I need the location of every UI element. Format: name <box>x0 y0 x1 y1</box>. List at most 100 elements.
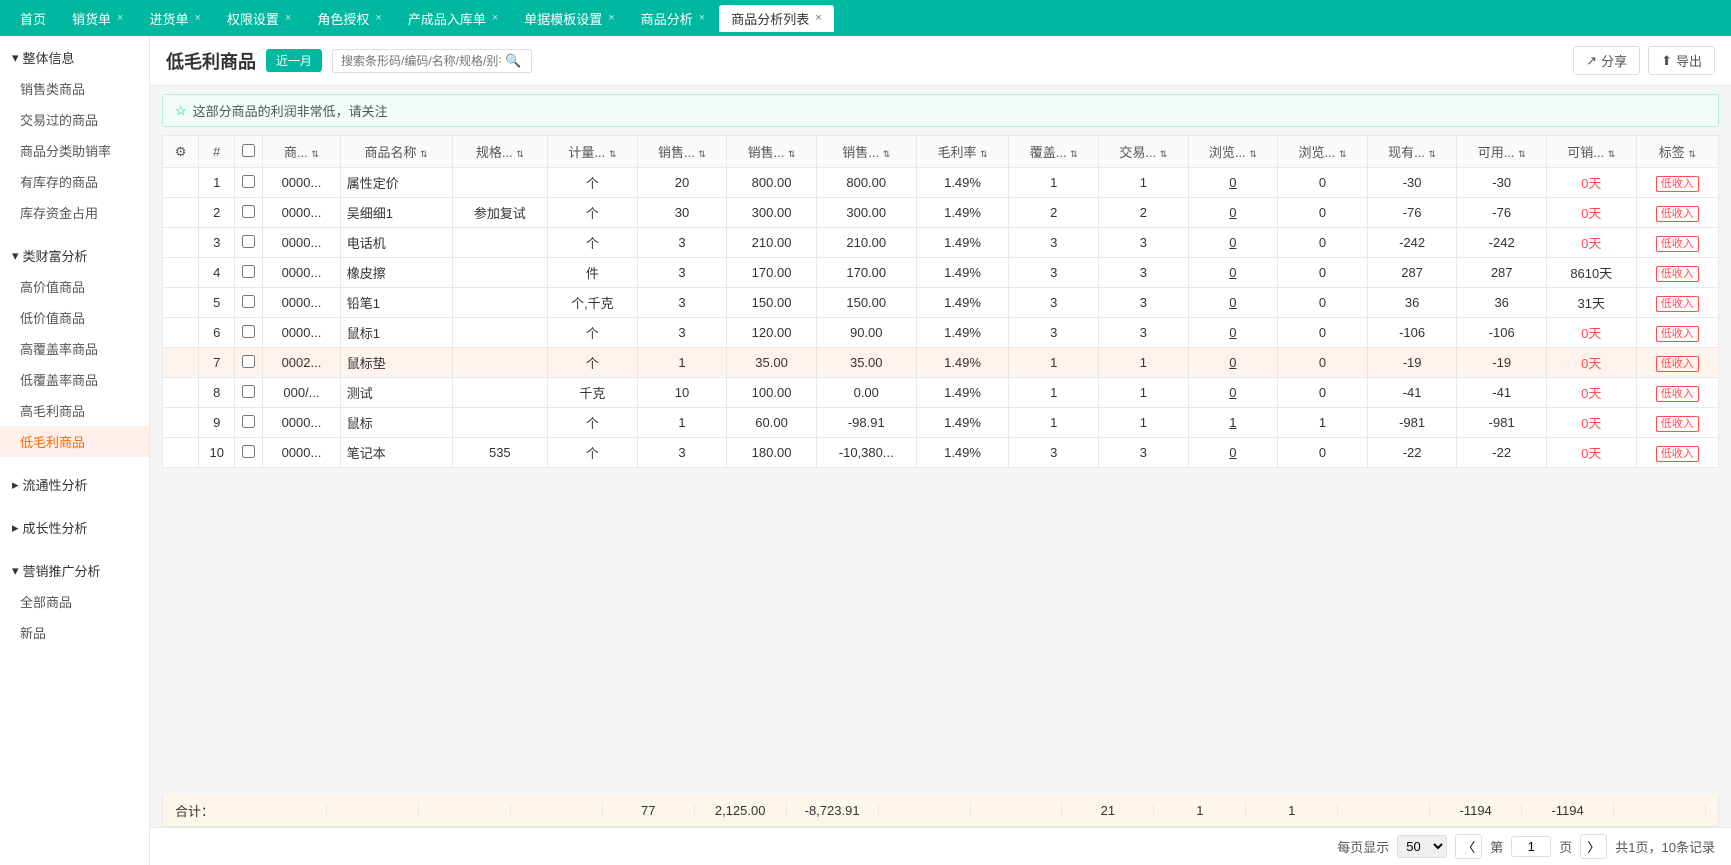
prev-page-btn[interactable]: 〈 <box>1455 834 1482 859</box>
sidebar-item-high-value[interactable]: 高价值商品 <box>0 271 149 302</box>
nav-close-template[interactable]: × <box>608 12 614 24</box>
nav-item-product[interactable]: 产成品入库单 × <box>396 5 510 32</box>
row-browse1[interactable]: 0 <box>1188 438 1278 468</box>
col-gross[interactable]: 毛利率 ⇅ <box>916 136 1009 168</box>
row-browse1[interactable]: 0 <box>1188 288 1278 318</box>
row-name[interactable]: 鼠标1 <box>340 318 452 348</box>
col-price[interactable]: 销售... ⇅ <box>727 136 817 168</box>
row-checkbox[interactable] <box>235 228 263 258</box>
row-browse1[interactable]: 0 <box>1188 348 1278 378</box>
sidebar-item-high-coverage[interactable]: 高覆盖率商品 <box>0 333 149 364</box>
search-input[interactable] <box>341 54 501 68</box>
row-checkbox[interactable] <box>235 288 263 318</box>
period-button[interactable]: 近一月 <box>266 49 322 72</box>
export-button[interactable]: ⬆ 导出 <box>1648 46 1715 75</box>
row-amount: 210.00 <box>816 228 916 258</box>
nav-close-permission[interactable]: × <box>285 12 291 24</box>
nav-close-analysis[interactable]: × <box>699 12 705 24</box>
col-name[interactable]: 商品名称 ⇅ <box>340 136 452 168</box>
nav-item-sales[interactable]: 销货单 × <box>60 5 135 32</box>
nav-item-template[interactable]: 单据模板设置 × <box>512 5 626 32</box>
row-browse1[interactable]: 0 <box>1188 198 1278 228</box>
row-checkbox[interactable] <box>235 378 263 408</box>
col-qty[interactable]: 销售... ⇅ <box>637 136 727 168</box>
nav-close-role[interactable]: × <box>375 12 381 24</box>
page-number-input[interactable] <box>1511 836 1551 857</box>
col-coverage[interactable]: 覆盖... ⇅ <box>1009 136 1099 168</box>
sidebar-item-low-profit[interactable]: 低毛利商品 <box>0 426 149 457</box>
row-checkbox[interactable] <box>235 258 263 288</box>
search-box: 🔍 <box>332 49 532 73</box>
footer-browse: 1 <box>1246 803 1338 818</box>
col-settings[interactable]: ⚙ <box>163 136 199 168</box>
row-browse1[interactable]: 0 <box>1188 168 1278 198</box>
nav-close-sales[interactable]: × <box>117 12 123 24</box>
sidebar-item-sales-goods[interactable]: 销售类商品 <box>0 73 149 104</box>
col-amount[interactable]: 销售... ⇅ <box>816 136 916 168</box>
row-name[interactable]: 鼠标 <box>340 408 452 438</box>
sidebar-item-stock-capital[interactable]: 库存资金占用 <box>0 197 149 228</box>
sidebar-item-traded-goods[interactable]: 交易过的商品 <box>0 104 149 135</box>
row-checkbox[interactable] <box>235 348 263 378</box>
sidebar-group-wealth[interactable]: ▾ 类财富分析 <box>0 240 149 271</box>
sidebar-item-low-coverage[interactable]: 低覆盖率商品 <box>0 364 149 395</box>
col-spec[interactable]: 规格... ⇅ <box>452 136 548 168</box>
sidebar-item-new-goods[interactable]: 新品 <box>0 617 149 648</box>
row-name[interactable]: 属性定价 <box>340 168 452 198</box>
row-name[interactable]: 鼠标垫 <box>340 348 452 378</box>
row-checkbox[interactable] <box>235 408 263 438</box>
next-page-btn[interactable]: 〉 <box>1580 834 1607 859</box>
nav-item-analysis[interactable]: 商品分析 × <box>629 5 717 32</box>
nav-close-analysis-list[interactable]: × <box>815 12 821 24</box>
sidebar-item-low-value[interactable]: 低价值商品 <box>0 302 149 333</box>
row-browse1[interactable]: 0 <box>1188 318 1278 348</box>
nav-item-analysis-list[interactable]: 商品分析列表 × <box>719 5 833 32</box>
share-button[interactable]: ↗ 分享 <box>1573 46 1640 75</box>
col-days[interactable]: 可销... ⇅ <box>1546 136 1636 168</box>
col-trade[interactable]: 交易... ⇅ <box>1099 136 1189 168</box>
row-coverage: 1 <box>1009 168 1099 198</box>
nav-item-home[interactable]: 首页 <box>8 5 58 32</box>
row-name[interactable]: 笔记本 <box>340 438 452 468</box>
nav-item-role[interactable]: 角色授权 × <box>305 5 393 32</box>
row-name[interactable]: 吴细细1 <box>340 198 452 228</box>
col-tag[interactable]: 标签 ⇅ <box>1636 136 1718 168</box>
row-name[interactable]: 电话机 <box>340 228 452 258</box>
sidebar-item-stock-goods[interactable]: 有库存的商品 <box>0 166 149 197</box>
row-amount: 300.00 <box>816 198 916 228</box>
col-browse1[interactable]: 浏览... ⇅ <box>1188 136 1278 168</box>
nav-close-purchase[interactable]: × <box>194 12 200 24</box>
sidebar-item-category-rate[interactable]: 商品分类助销率 <box>0 135 149 166</box>
row-browse1[interactable]: 1 <box>1188 408 1278 438</box>
sidebar-item-all-goods[interactable]: 全部商品 <box>0 586 149 617</box>
row-trade: 3 <box>1099 318 1189 348</box>
nav-close-product[interactable]: × <box>492 12 498 24</box>
col-code[interactable]: 商... ⇅ <box>263 136 341 168</box>
row-checkbox[interactable] <box>235 168 263 198</box>
row-name[interactable]: 橡皮擦 <box>340 258 452 288</box>
nav-item-permission[interactable]: 权限设置 × <box>215 5 303 32</box>
col-browse2[interactable]: 浏览... ⇅ <box>1278 136 1368 168</box>
row-coverage: 3 <box>1009 438 1099 468</box>
sidebar-group-growth[interactable]: ▸ 成长性分析 <box>0 512 149 543</box>
nav-item-purchase[interactable]: 进货单 × <box>137 5 212 32</box>
per-page-select[interactable]: 50 100 200 <box>1397 835 1447 858</box>
sidebar-group-overall[interactable]: ▾ 整体信息 <box>0 42 149 73</box>
row-checkbox[interactable] <box>235 198 263 228</box>
row-name[interactable]: 铅笔1 <box>340 288 452 318</box>
col-checkbox-all[interactable] <box>235 136 263 168</box>
select-all-checkbox[interactable] <box>242 144 255 157</box>
row-browse1[interactable]: 0 <box>1188 228 1278 258</box>
footer-amount: -8,723.91 <box>787 803 879 818</box>
row-checkbox[interactable] <box>235 438 263 468</box>
col-stock-avail[interactable]: 可用... ⇅ <box>1457 136 1547 168</box>
sidebar-item-high-profit[interactable]: 高毛利商品 <box>0 395 149 426</box>
sidebar-group-liquidity[interactable]: ▸ 流通性分析 <box>0 469 149 500</box>
sidebar-group-marketing[interactable]: ▾ 营销推广分析 <box>0 555 149 586</box>
col-stock-now[interactable]: 现有... ⇅ <box>1367 136 1457 168</box>
row-browse1[interactable]: 0 <box>1188 258 1278 288</box>
row-name[interactable]: 测试 <box>340 378 452 408</box>
col-unit[interactable]: 计量... ⇅ <box>548 136 638 168</box>
row-checkbox[interactable] <box>235 318 263 348</box>
row-browse1[interactable]: 0 <box>1188 378 1278 408</box>
